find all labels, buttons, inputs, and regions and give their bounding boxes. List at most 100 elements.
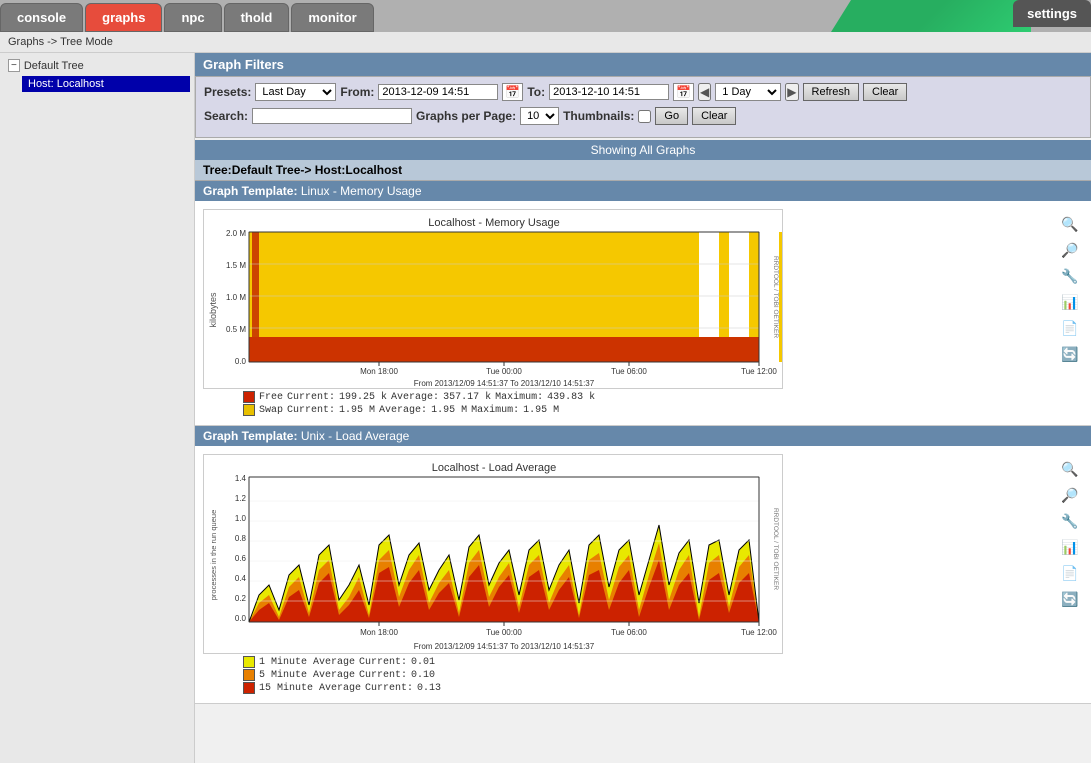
graph1-ylabel: kilobytes bbox=[208, 292, 218, 328]
tab-console[interactable]: console bbox=[0, 3, 83, 32]
tab-settings[interactable]: settings bbox=[1013, 0, 1091, 27]
graph-filters-body: Presets: Last Day Last Week Last Month F… bbox=[195, 76, 1091, 138]
graph1-y2: 0.5 M bbox=[226, 325, 246, 334]
graph1-legend-avg-2: 1.95 M bbox=[431, 405, 467, 416]
graph2-x3: Tue 06:00 bbox=[611, 628, 647, 637]
sidebar: − Default Tree Host: Localhost bbox=[0, 53, 195, 763]
from-calendar-icon[interactable]: 📅 bbox=[502, 83, 523, 101]
graph2-y4: 0.8 bbox=[235, 534, 247, 543]
top-accent bbox=[831, 0, 1031, 32]
tab-thold[interactable]: thold bbox=[224, 3, 290, 32]
graphs-per-page-select[interactable]: 10 25 50 bbox=[520, 107, 559, 125]
showing-bar: Showing All Graphs bbox=[195, 140, 1091, 160]
graph1-legend-name-1: Free bbox=[259, 392, 283, 403]
thumbnails-label: Thumbnails: bbox=[563, 109, 634, 123]
graph1-container: Localhost - Memory Usage kilobytes bbox=[195, 201, 1091, 426]
graph2-legend-swatch-3 bbox=[243, 682, 255, 694]
range-fwd-arrow[interactable]: ▶ bbox=[785, 83, 798, 101]
graph1-legend: Free Current: 199.25 k Average: 357.17 k… bbox=[203, 389, 1053, 416]
graph1-legend-avg-1: 357.17 k bbox=[443, 392, 491, 403]
graph1-y5: 2.0 M bbox=[226, 229, 246, 238]
graph1-icons: 🔍 🔎 🔧 📊 📄 🔄 bbox=[1057, 209, 1083, 369]
graph1-side-label: RRDTOOL / TOBI OETIKER bbox=[772, 256, 779, 338]
graph1-x4: Tue 12:00 bbox=[741, 367, 777, 376]
graph2-legend-swatch-2 bbox=[243, 669, 255, 681]
search-label: Search: bbox=[204, 109, 248, 123]
graph1-y4: 1.5 M bbox=[226, 261, 246, 270]
search-input[interactable] bbox=[252, 108, 412, 124]
content-area: Graph Filters Presets: Last Day Last Wee… bbox=[195, 53, 1091, 763]
graph1-legend-max-label-1: Maximum: bbox=[495, 392, 543, 403]
graph1-title: Localhost - Memory Usage bbox=[428, 217, 559, 229]
from-label: From: bbox=[340, 85, 374, 99]
host-label: Host: bbox=[315, 163, 346, 177]
sidebar-tree-header[interactable]: − Default Tree bbox=[4, 57, 190, 74]
tab-npc[interactable]: npc bbox=[164, 3, 221, 32]
graph1-template-label: Graph Template: bbox=[203, 184, 297, 198]
sidebar-host-item[interactable]: Host: Localhost bbox=[22, 76, 190, 92]
graph1-x2: Tue 00:00 bbox=[486, 367, 522, 376]
graph1-zoom-out-icon[interactable]: 🔎 bbox=[1059, 239, 1081, 261]
clear-button[interactable]: Clear bbox=[863, 83, 907, 101]
graph2-y0: 0.0 bbox=[235, 614, 247, 623]
graph2-legend-row-2: 5 Minute Average Current: 0.10 bbox=[243, 669, 1053, 681]
breadcrumb-bar: Graphs -> Tree Mode bbox=[0, 32, 1091, 53]
to-calendar-icon[interactable]: 📅 bbox=[673, 83, 694, 101]
host-value: Localhost bbox=[345, 163, 402, 177]
graph1-wrench-icon[interactable]: 🔧 bbox=[1059, 265, 1081, 287]
graph2-legend-row-3: 15 Minute Average Current: 0.13 bbox=[243, 682, 1053, 694]
graph2-wrench-icon[interactable]: 🔧 bbox=[1059, 510, 1081, 532]
from-input[interactable] bbox=[378, 84, 498, 100]
graph2-legend-current-label-3: Current: bbox=[365, 683, 413, 694]
graph2-y7: 1.4 bbox=[235, 474, 247, 483]
graph2-zoom-in-icon[interactable]: 🔍 bbox=[1059, 458, 1081, 480]
graph2-zoom-out-icon[interactable]: 🔎 bbox=[1059, 484, 1081, 506]
graph1-document-icon[interactable]: 📄 bbox=[1059, 317, 1081, 339]
graph2-y6: 1.2 bbox=[235, 494, 247, 503]
clear2-button[interactable]: Clear bbox=[692, 107, 736, 125]
graph1-free-spike bbox=[252, 232, 259, 337]
presets-select[interactable]: Last Day Last Week Last Month bbox=[255, 83, 336, 101]
to-label: To: bbox=[527, 85, 545, 99]
graph1-y1: 0.0 bbox=[235, 357, 247, 366]
graph2-svg: Localhost - Load Average processes in th… bbox=[203, 454, 783, 654]
graph1-zoom-in-icon[interactable]: 🔍 bbox=[1059, 213, 1081, 235]
range-back-arrow[interactable]: ◀ bbox=[698, 83, 711, 101]
tab-graphs[interactable]: graphs bbox=[85, 3, 162, 32]
tree-collapse-icon[interactable]: − bbox=[8, 59, 20, 72]
graph1-template-header: Graph Template: Linux - Memory Usage bbox=[195, 181, 1091, 201]
graph2-container: Localhost - Load Average processes in th… bbox=[195, 446, 1091, 704]
graphs-per-page-label: Graphs per Page: bbox=[416, 109, 516, 123]
graph1-legend-avg-label-1: Average: bbox=[391, 392, 439, 403]
tab-monitor[interactable]: monitor bbox=[291, 3, 373, 32]
graph1-legend-swatch-2 bbox=[243, 404, 255, 416]
graph2-legend-row-1: 1 Minute Average Current: 0.01 bbox=[243, 656, 1053, 668]
thumbnails-checkbox[interactable] bbox=[638, 110, 651, 123]
graph2-y1b: 0.2 bbox=[235, 594, 247, 603]
main-layout: − Default Tree Host: Localhost Graph Fil… bbox=[0, 53, 1091, 763]
graph2-title: Localhost - Load Average bbox=[432, 462, 557, 474]
filter-row-1: Presets: Last Day Last Week Last Month F… bbox=[204, 83, 1082, 101]
go-button[interactable]: Go bbox=[655, 107, 688, 125]
graph2-refresh-icon[interactable]: 🔄 bbox=[1059, 588, 1081, 610]
filter-row-2: Search: Graphs per Page: 10 25 50 Thumbn… bbox=[204, 107, 1082, 125]
refresh-button[interactable]: Refresh bbox=[803, 83, 860, 101]
graph1-bar-chart-icon[interactable]: 📊 bbox=[1059, 291, 1081, 313]
graph2-bar-chart-icon[interactable]: 📊 bbox=[1059, 536, 1081, 558]
graph2-x2: Tue 00:00 bbox=[486, 628, 522, 637]
graph2-legend-current-1: 0.01 bbox=[411, 657, 435, 668]
graph1-refresh-icon[interactable]: 🔄 bbox=[1059, 343, 1081, 365]
graph2-y2: 0.4 bbox=[235, 574, 247, 583]
top-nav: console graphs npc thold monitor setting… bbox=[0, 0, 1091, 32]
presets-label: Presets: bbox=[204, 85, 251, 99]
graph2-document-icon[interactable]: 📄 bbox=[1059, 562, 1081, 584]
graph1-free-area bbox=[249, 337, 759, 362]
graph1-legend-name-2: Swap bbox=[259, 405, 283, 416]
graph2-y5: 1.0 bbox=[235, 514, 247, 523]
to-input[interactable] bbox=[549, 84, 669, 100]
graph1-svg: Localhost - Memory Usage kilobytes bbox=[203, 209, 783, 389]
range-select[interactable]: 1 Day 1 Week 1 Month bbox=[715, 83, 781, 101]
graph1-legend-current-2: 1.95 M bbox=[339, 405, 375, 416]
graph2-template-header: Graph Template: Unix - Load Average bbox=[195, 426, 1091, 446]
graph1-fromto: From 2013/12/09 14:51:37 To 2013/12/10 1… bbox=[414, 379, 595, 388]
